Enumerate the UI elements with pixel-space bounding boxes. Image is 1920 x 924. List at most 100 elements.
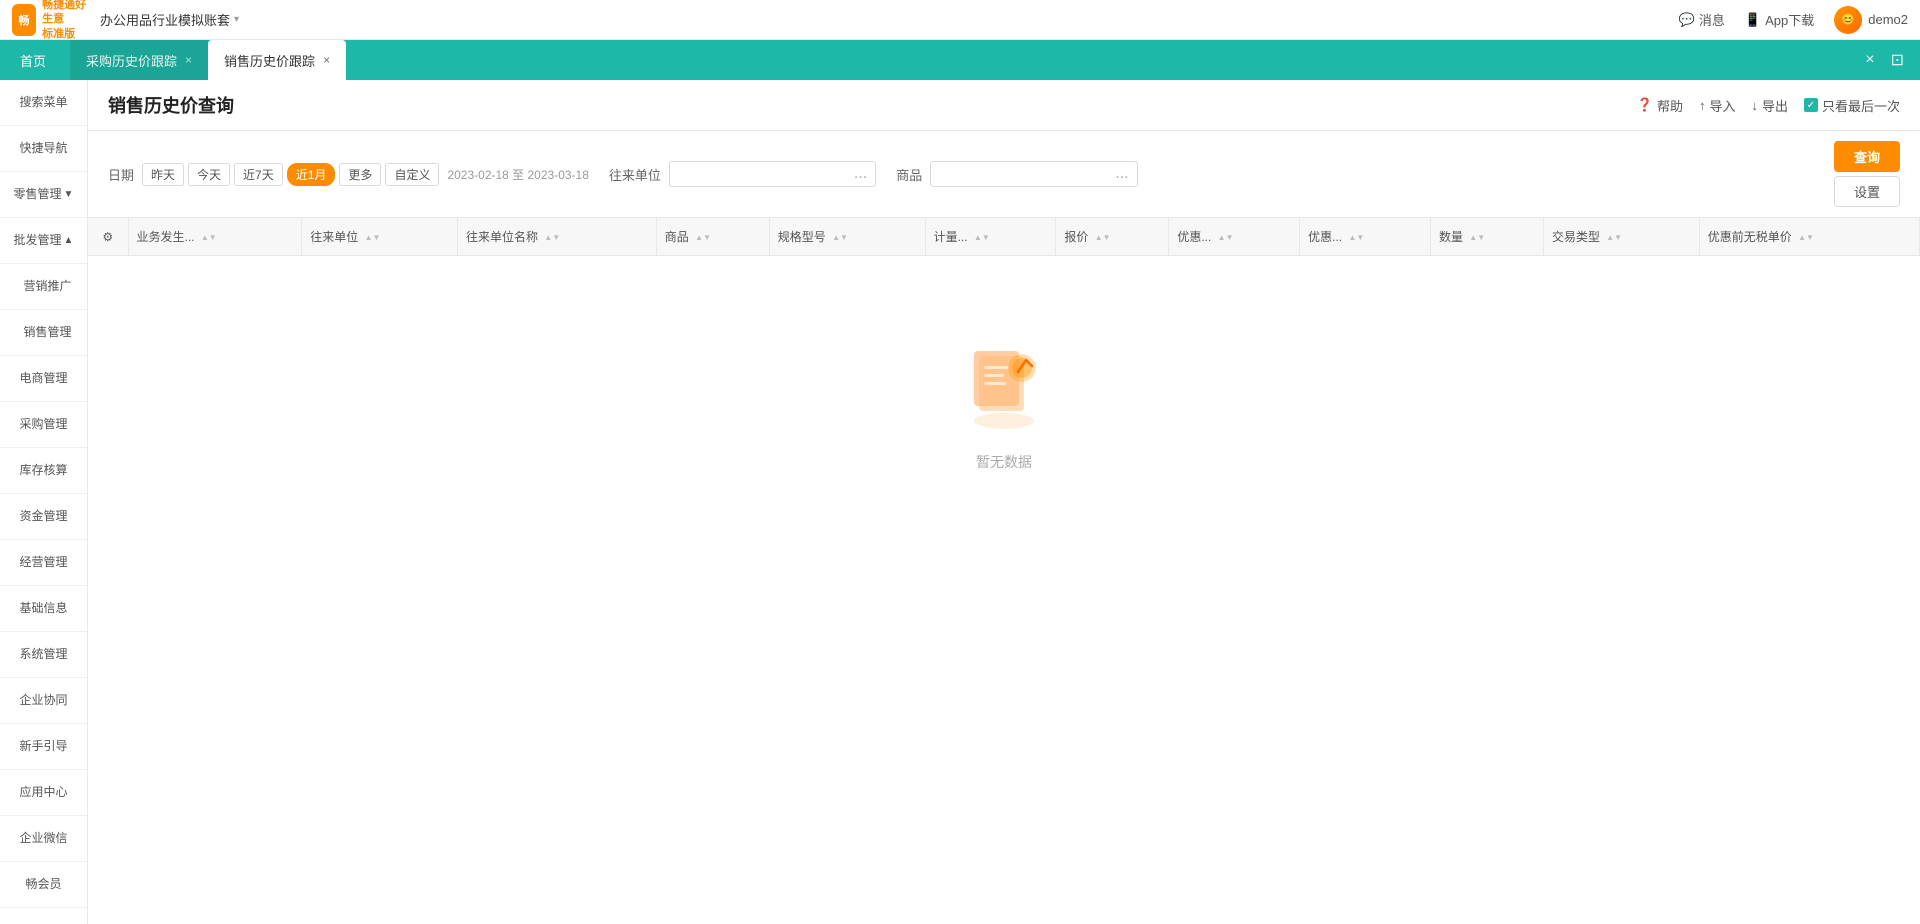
empty-text: 暂无数据 — [976, 452, 1032, 472]
page-actions: ❓ 帮助 ↑ 导入 ↓ 导出 ✓ 只看最后一次 — [1637, 96, 1900, 115]
date-btn-custom[interactable]: 自定义 — [385, 163, 439, 186]
th-discount1[interactable]: 优惠... ▲▼ — [1169, 218, 1300, 256]
restore-window-btn[interactable]: ⊡ — [1887, 46, 1908, 74]
sidebar-item-purchase-mgmt[interactable]: 采购管理 — [0, 402, 87, 448]
sort-icon: ▲▼ — [1606, 234, 1622, 242]
sidebar-label: 零售管理 — [14, 186, 62, 203]
sidebar-item-retail-mgmt[interactable]: 零售管理 ▼ — [0, 172, 87, 218]
sort-icon: ▲▼ — [695, 234, 711, 242]
date-buttons: 昨天 今天 近7天 近1月 更多 自定义 — [142, 163, 439, 186]
sidebar-item-app-center[interactable]: 应用中心 — [0, 770, 87, 816]
sort-icon: ▲▼ — [365, 234, 381, 242]
sidebar-label: 应用中心 — [19, 784, 67, 801]
tab-close-purchase[interactable]: × — [185, 53, 192, 67]
date-btn-more[interactable]: 更多 — [339, 163, 381, 186]
th-quantity[interactable]: 数量 ▲▼ — [1430, 218, 1543, 256]
chevron-up-icon: ▲ — [64, 234, 74, 248]
page-title: 销售历史价查询 — [108, 92, 234, 118]
help-btn[interactable]: ❓ 帮助 — [1637, 96, 1683, 115]
date-btn-yesterday[interactable]: 昨天 — [142, 163, 184, 186]
th-product[interactable]: 商品 ▲▼ — [656, 218, 769, 256]
date-btn-last1m[interactable]: 近1月 — [287, 163, 336, 186]
close-window-btn[interactable]: × — [1861, 47, 1878, 73]
sort-icon: ▲▼ — [201, 234, 217, 242]
export-btn[interactable]: ↓ 导出 — [1751, 96, 1788, 115]
data-table: ⚙ 业务发生... ▲▼ 往来单位 ▲▼ 往来单位名称 ▲▼ — [88, 218, 1920, 256]
sidebar-item-quick-nav[interactable]: 快捷导航 — [0, 126, 87, 172]
content-area: 销售历史价查询 ❓ 帮助 ↑ 导入 ↓ 导出 ✓ — [88, 80, 1920, 924]
sidebar-item-wholesale-mgmt[interactable]: 批发管理 ▲ — [0, 218, 87, 264]
th-pre-tax-price[interactable]: 优惠前无税单价 ▲▼ — [1699, 218, 1919, 256]
date-btn-last7[interactable]: 近7天 — [234, 163, 283, 186]
help-icon: ❓ — [1637, 97, 1653, 113]
tab-purchase-history[interactable]: 采购历史价跟踪 × — [70, 40, 208, 80]
query-btn[interactable]: 查询 — [1834, 141, 1900, 172]
sidebar-item-enterprise-collab[interactable]: 企业协同 — [0, 678, 87, 724]
th-settings[interactable]: ⚙ — [88, 218, 128, 256]
filter-action-buttons: 查询 设置 — [1834, 141, 1900, 207]
purchase-history-tab-label: 采购历史价跟踪 — [86, 51, 177, 70]
sidebar-item-inventory[interactable]: 库存核算 — [0, 448, 87, 494]
main-layout: 搜索菜单 快捷导航 零售管理 ▼ 批发管理 ▲ 营销推广 销售管理 电商管理 采… — [0, 80, 1920, 924]
account-selector[interactable]: 办公用品行业模拟账套 ▾ — [92, 6, 247, 33]
sidebar-label: 企业协同 — [19, 692, 67, 709]
date-filter-group: 日期 昨天 今天 近7天 近1月 更多 自定义 2023-02-18 至 202… — [108, 163, 589, 186]
import-btn[interactable]: ↑ 导入 — [1699, 96, 1736, 115]
tab-close-sales[interactable]: × — [323, 53, 330, 67]
sidebar-item-operations[interactable]: 经营管理 — [0, 540, 87, 586]
tab-sales-history[interactable]: 销售历史价跟踪 × — [208, 40, 346, 80]
sort-icon: ▲▼ — [1348, 234, 1364, 242]
th-partner-code[interactable]: 往来单位 ▲▼ — [302, 218, 458, 256]
sort-icon: ▲▼ — [1798, 234, 1814, 242]
date-btn-today[interactable]: 今天 — [188, 163, 230, 186]
sidebar-item-search-menu[interactable]: 搜索菜单 — [0, 80, 87, 126]
app-download-btn[interactable]: 📱 App下载 — [1745, 10, 1814, 29]
tab-bar: 首页 采购历史价跟踪 × 销售历史价跟踪 × × ⊡ — [0, 40, 1920, 80]
th-biz-date[interactable]: 业务发生... ▲▼ — [128, 218, 302, 256]
sidebar-item-enterprise-wechat[interactable]: 企业微信 — [0, 816, 87, 862]
sidebar: 搜索菜单 快捷导航 零售管理 ▼ 批发管理 ▲ 营销推广 销售管理 电商管理 采… — [0, 80, 88, 924]
tab-home[interactable]: 首页 — [0, 40, 66, 80]
product-filter-group: 商品 ... — [896, 161, 1137, 187]
th-spec[interactable]: 规格型号 ▲▼ — [769, 218, 925, 256]
settings-btn[interactable]: 设置 — [1834, 176, 1900, 207]
sidebar-item-member[interactable]: 畅会员 — [0, 862, 87, 908]
product-dots-btn[interactable]: ... — [1115, 165, 1128, 183]
sidebar-item-newbie-guide[interactable]: 新手引导 — [0, 724, 87, 770]
messages-btn[interactable]: 💬 消息 — [1679, 10, 1725, 29]
partner-input-wrap: ... — [669, 161, 876, 187]
filter-row: 日期 昨天 今天 近7天 近1月 更多 自定义 2023-02-18 至 202… — [88, 131, 1920, 218]
th-discount2[interactable]: 优惠... ▲▼ — [1300, 218, 1431, 256]
sidebar-item-ecommerce[interactable]: 电商管理 — [0, 356, 87, 402]
th-unit[interactable]: 计量... ▲▼ — [925, 218, 1056, 256]
top-actions: 💬 消息 📱 App下载 😊 demo2 — [1679, 6, 1908, 34]
partner-input[interactable] — [678, 167, 854, 182]
sort-icon: ▲▼ — [974, 234, 990, 242]
th-trade-type[interactable]: 交易类型 ▲▼ — [1543, 218, 1699, 256]
sidebar-item-system-settings[interactable]: 系统管理 — [0, 632, 87, 678]
sidebar-item-marketing[interactable]: 营销推广 — [0, 264, 87, 310]
empty-illustration — [954, 336, 1054, 436]
th-partner-name[interactable]: 往来单位名称 ▲▼ — [458, 218, 657, 256]
sidebar-item-basic-info[interactable]: 基础信息 — [0, 586, 87, 632]
sidebar-label: 企业微信 — [19, 830, 67, 847]
sidebar-item-sales-mgmt[interactable]: 销售管理 — [0, 310, 87, 356]
only-last-checkbox-label[interactable]: ✓ 只看最后一次 — [1804, 96, 1900, 115]
table-header-row: ⚙ 业务发生... ▲▼ 往来单位 ▲▼ 往来单位名称 ▲▼ — [88, 218, 1920, 256]
user-menu[interactable]: 😊 demo2 — [1834, 6, 1908, 34]
sidebar-label: 快捷导航 — [19, 140, 67, 157]
sidebar-label: 营销推广 — [23, 278, 71, 295]
sidebar-item-capital-mgmt[interactable]: 资金管理 — [0, 494, 87, 540]
gear-icon: ⚙ — [102, 230, 113, 244]
product-input[interactable] — [939, 167, 1115, 182]
app-logo: 畅 畅捷通好生意 标准版 — [12, 0, 92, 41]
table-container: ⚙ 业务发生... ▲▼ 往来单位 ▲▼ 往来单位名称 ▲▼ — [88, 218, 1920, 924]
partner-dots-btn[interactable]: ... — [854, 165, 867, 183]
sales-history-tab-label: 销售历史价跟踪 — [224, 51, 315, 70]
product-input-wrap: ... — [930, 161, 1137, 187]
th-quoted-price[interactable]: 报价 ▲▼ — [1056, 218, 1169, 256]
date-filter-label: 日期 — [108, 165, 134, 184]
only-last-checkbox[interactable]: ✓ — [1804, 98, 1818, 112]
message-icon: 💬 — [1679, 12, 1695, 28]
sidebar-label: 搜索菜单 — [19, 94, 67, 111]
